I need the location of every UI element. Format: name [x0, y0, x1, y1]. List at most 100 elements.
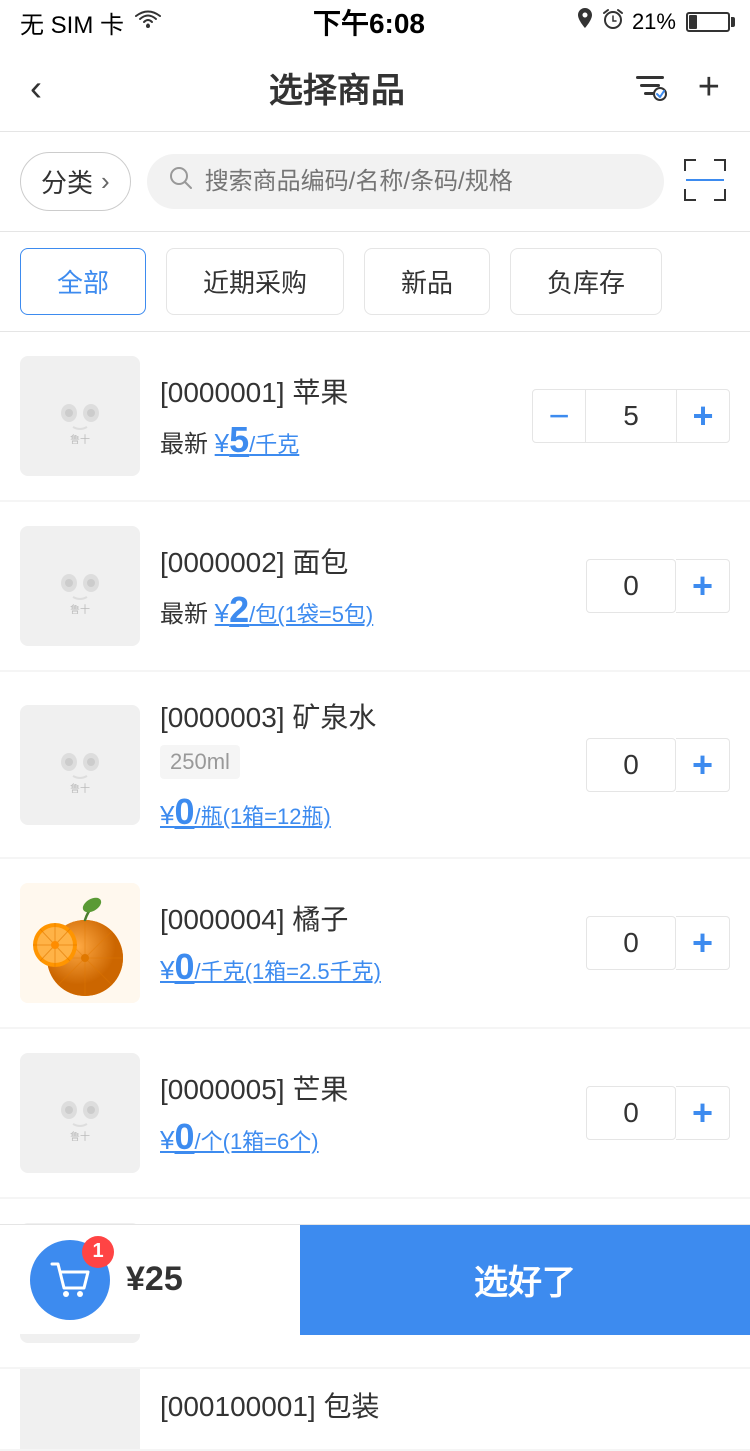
quantity-control: + [586, 738, 730, 792]
product-price: ¥0/瓶(1箱=12瓶) [160, 791, 566, 833]
orange-image [20, 883, 140, 1003]
tab-negative[interactable]: 负库存 [510, 248, 662, 315]
product-info: [0000004] 橘子 ¥0/千克(1箱=2.5千克) [160, 898, 566, 988]
product-image: 鲁十 [20, 526, 140, 646]
location-icon [576, 8, 594, 36]
decrease-button[interactable]: − [532, 389, 586, 443]
quantity-control: + [586, 916, 730, 970]
product-image: 鲁十 [20, 1053, 140, 1173]
battery-percent: 21% [632, 9, 676, 35]
search-box [147, 154, 664, 209]
filter-icon [632, 68, 668, 104]
quantity-control: + [586, 559, 730, 613]
product-name: [0000003] 矿泉水 [160, 696, 566, 736]
price-prefix: 最新 [160, 431, 215, 458]
carrier-text: 无 SIM 卡 [20, 5, 124, 40]
product-info: [0000002] 面包 最新 ¥2/包(1袋=5包) [160, 541, 566, 631]
tab-new[interactable]: 新品 [364, 248, 490, 315]
filter-bar: 分类 › [0, 132, 750, 232]
category-chevron: › [101, 166, 110, 197]
nav-title: 选择商品 [269, 63, 405, 112]
quantity-control: + [586, 1086, 730, 1140]
search-input[interactable] [205, 168, 644, 196]
product-info: [000100001] 包装 [160, 1385, 730, 1433]
price-yen: ¥ [215, 428, 229, 458]
product-name: [0000004] 橘子 [160, 898, 566, 938]
increase-button[interactable]: + [676, 389, 730, 443]
svg-text:鲁十: 鲁十 [70, 782, 90, 795]
product-name: [0000005] 芒果 [160, 1068, 566, 1108]
quantity-input[interactable] [586, 916, 676, 970]
quantity-input[interactable] [586, 1086, 676, 1140]
product-price: ¥0/个(1箱=6个) [160, 1116, 566, 1158]
status-time: 下午6:08 [313, 2, 425, 42]
status-right: 21% [576, 8, 730, 36]
quantity-input[interactable] [586, 559, 676, 613]
product-item: 鲁十 [0000001] 苹果 最新 ¥5/千克 − + [0, 332, 750, 500]
product-name: [000100001] 包装 [160, 1385, 730, 1425]
cart-section: 1 ¥25 [0, 1240, 300, 1320]
scan-icon [680, 155, 730, 205]
product-image: 鲁十 [20, 356, 140, 476]
owl-logo: 鲁十 [20, 705, 140, 825]
quantity-control: − + [532, 389, 730, 443]
product-price: 最新 ¥5/千克 [160, 419, 512, 461]
scan-button[interactable] [680, 155, 730, 208]
owl-logo: 鲁十 [20, 526, 140, 646]
svg-text:鲁十: 鲁十 [70, 433, 90, 446]
product-info: [0000003] 矿泉水 250ml ¥0/瓶(1箱=12瓶) [160, 696, 566, 833]
product-title: 苹果 [292, 377, 348, 408]
product-name: [0000002] 面包 [160, 541, 566, 581]
product-price: ¥0/千克(1箱=2.5千克) [160, 946, 566, 988]
product-item: 鲁十 [0000003] 矿泉水 250ml ¥0/瓶(1箱=12瓶) + [0, 672, 750, 857]
wifi-icon [134, 8, 162, 36]
cart-badge: 1 [82, 1236, 114, 1268]
nav-bar: ‹ 选择商品 + [0, 44, 750, 132]
product-name: [0000001] 苹果 [160, 371, 512, 411]
search-icon [167, 164, 195, 199]
product-item: 鲁十 [0000002] 面包 最新 ¥2/包(1袋=5包) + [0, 502, 750, 670]
confirm-button[interactable]: 选好了 [300, 1225, 750, 1335]
category-label: 分类 [41, 163, 93, 200]
product-image [20, 883, 140, 1003]
svg-text:鲁十: 鲁十 [70, 603, 90, 616]
price-unit: /千克 [249, 432, 299, 457]
increase-button[interactable]: + [676, 738, 730, 792]
battery-icon [686, 12, 730, 32]
owl-logo: 鲁十 [20, 1053, 140, 1173]
nav-left: ‹ [30, 67, 42, 109]
product-info: [0000005] 芒果 ¥0/个(1箱=6个) [160, 1068, 566, 1158]
product-price: 最新 ¥2/包(1袋=5包) [160, 589, 566, 631]
back-button[interactable]: ‹ [30, 67, 42, 109]
increase-button[interactable]: + [676, 916, 730, 970]
quantity-input[interactable] [586, 389, 676, 443]
tabs-bar: 全部 近期采购 新品 负库存 [0, 232, 750, 332]
cart-total: ¥25 [126, 1260, 183, 1299]
owl-logo: 鲁十 [20, 356, 140, 476]
bottom-bar: 1 ¥25 选好了 [0, 1224, 750, 1334]
status-bar: 无 SIM 卡 下午6:08 21% [0, 0, 750, 44]
product-info: [0000001] 苹果 最新 ¥5/千克 [160, 371, 512, 461]
increase-button[interactable]: + [676, 559, 730, 613]
category-button[interactable]: 分类 › [20, 152, 131, 211]
increase-button[interactable]: + [676, 1086, 730, 1140]
alarm-icon [602, 8, 624, 36]
product-item: [0000004] 橘子 ¥0/千克(1箱=2.5千克) + [0, 859, 750, 1027]
status-left: 无 SIM 卡 [20, 5, 162, 40]
tab-recent[interactable]: 近期采购 [166, 248, 344, 315]
cart-icon [48, 1260, 92, 1300]
product-item: [000100001] 包装 [0, 1369, 750, 1449]
owl-logo [20, 1369, 140, 1449]
product-code: [0000001] [160, 377, 292, 408]
product-spec: 250ml [160, 745, 240, 779]
price-value: 5 [229, 419, 249, 460]
product-image: 鲁十 [20, 705, 140, 825]
product-image [20, 1369, 140, 1449]
cart-icon-wrap[interactable]: 1 [30, 1240, 110, 1320]
tab-all[interactable]: 全部 [20, 248, 146, 315]
product-item: 鲁十 [0000005] 芒果 ¥0/个(1箱=6个) + [0, 1029, 750, 1197]
nav-right: + [632, 66, 720, 109]
add-button[interactable]: + [698, 66, 720, 109]
filter-button[interactable] [632, 68, 668, 107]
quantity-input[interactable] [586, 738, 676, 792]
